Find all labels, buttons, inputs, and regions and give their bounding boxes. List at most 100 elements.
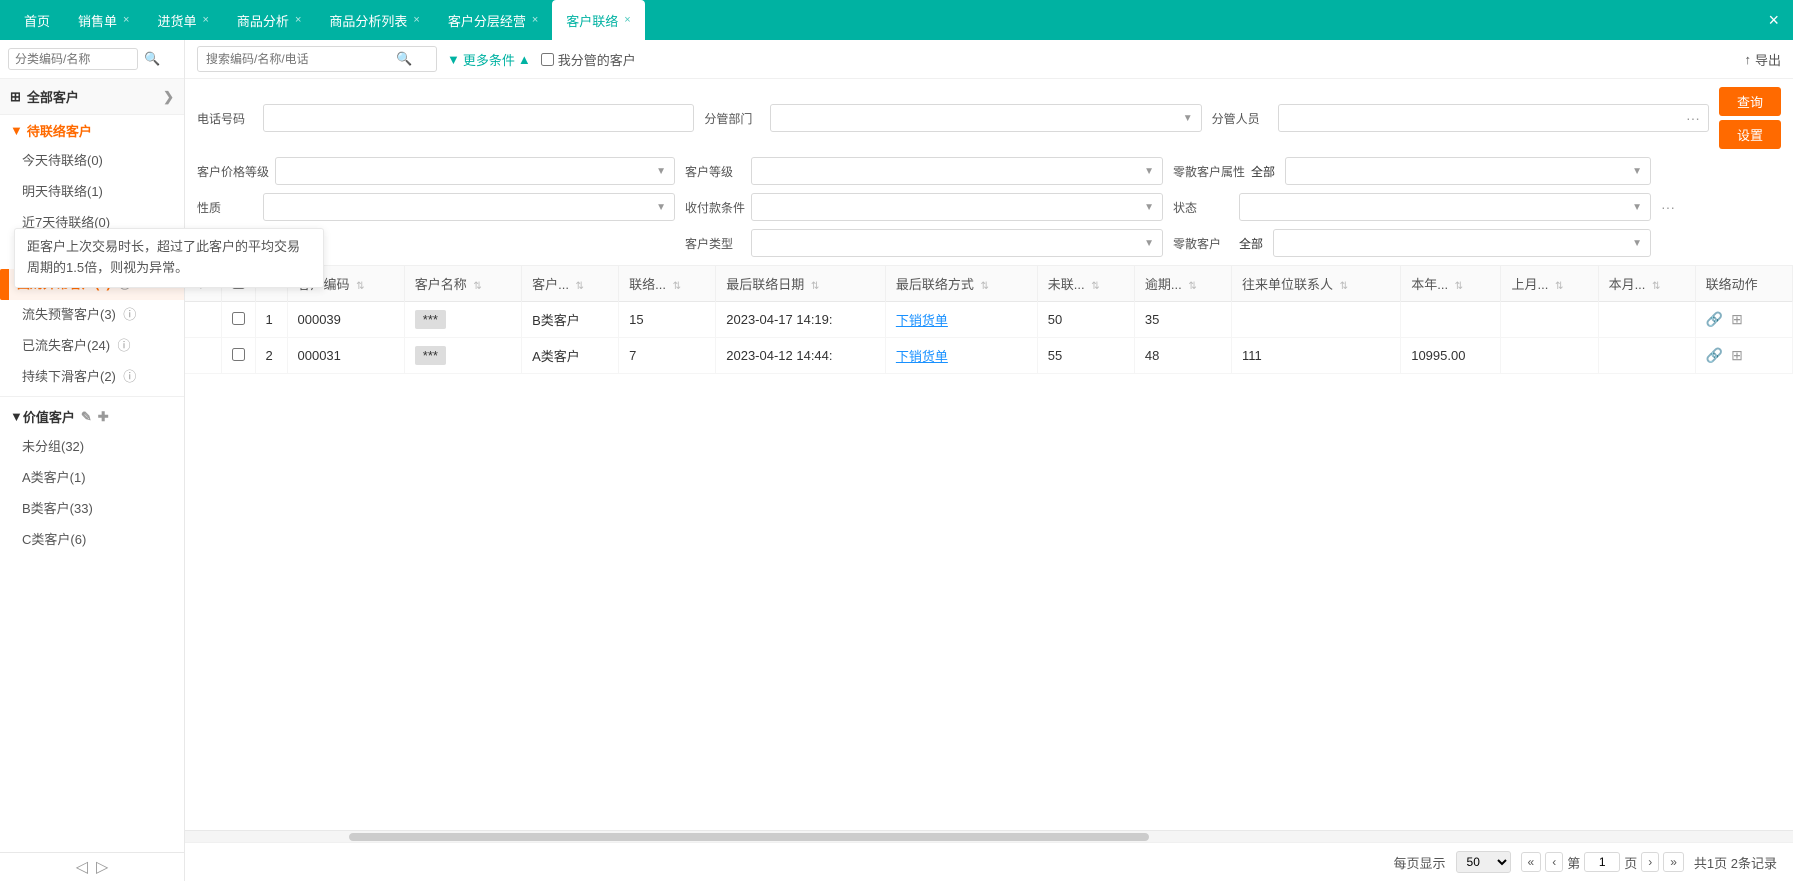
filter-price-grade-select[interactable]: ▼ — [275, 157, 675, 185]
close-all-tabs-button[interactable]: × — [1768, 10, 1779, 31]
grid-action-icon-0[interactable]: ⊞ — [1731, 311, 1743, 328]
filter-bar: 🔍 ▼ 更多条件 ▲ 我分管的客户 ↑ 导出 — [185, 40, 1793, 79]
sidebar-item-class-b[interactable]: B类客户(33) — [0, 494, 184, 525]
export-button[interactable]: ↑ 导出 — [1744, 50, 1781, 69]
sidebar-search-input[interactable] — [8, 48, 138, 70]
filter-manager-select[interactable]: ··· — [1278, 104, 1709, 132]
settings-button[interactable]: 设置 — [1719, 120, 1781, 149]
nav-product-analysis-list[interactable]: 商品分析列表 × — [315, 0, 433, 40]
filter-retail-customer-field: 零散客户 全部 ▼ — [1173, 229, 1651, 257]
th-uncontacted[interactable]: 未联... ⇅ — [1037, 266, 1134, 302]
next-page-button[interactable]: › — [1641, 852, 1659, 872]
th-last-month[interactable]: 上月... ⇅ — [1501, 266, 1598, 302]
th-past-unit-contact[interactable]: 往来单位联系人 ⇅ — [1231, 266, 1400, 302]
filter-retail-customer-select[interactable]: ▼ — [1273, 229, 1651, 257]
sidebar-item-churned[interactable]: 已流失客户(24) ⓘ — [0, 331, 184, 362]
filter-nature-select[interactable]: ▼ — [263, 193, 675, 221]
contact-method-link-0[interactable]: 下销货单 — [896, 313, 948, 328]
row-checkbox-0[interactable] — [232, 312, 245, 325]
sidebar-group-value-customers[interactable]: ▼ 价值客户 ✎ ✚ — [0, 401, 184, 432]
cell-lastmonth-1 — [1501, 338, 1598, 374]
more-filters-button[interactable]: ▼ 更多条件 ▲ — [447, 50, 531, 69]
edit-icon[interactable]: ✎ — [81, 409, 92, 425]
nav-home[interactable]: 首页 — [10, 0, 64, 40]
prev-page-button[interactable]: ‹ — [1545, 852, 1563, 872]
horizontal-scrollbar[interactable] — [185, 830, 1793, 842]
filter-search-icon[interactable]: 🔍 — [396, 51, 412, 67]
filter-phone-input[interactable] — [263, 104, 694, 132]
filter-search-input[interactable] — [206, 52, 396, 66]
table-row: 2 000031 *** A类客户 7 2023-04-12 14:44: 下销… — [185, 338, 1793, 374]
sidebar-item-class-c[interactable]: C类客户(6) — [0, 525, 184, 556]
th-last-contact-method[interactable]: 最后联络方式 ⇅ — [885, 266, 1037, 302]
th-customer-name[interactable]: 客户名称 ⇅ — [404, 266, 521, 302]
filter-retail-attr-select[interactable]: ▼ — [1285, 157, 1651, 185]
page-number-input[interactable] — [1584, 852, 1620, 872]
nav-sales-order[interactable]: 销售单 × — [64, 0, 143, 40]
contact-method-link-1[interactable]: 下销货单 — [896, 349, 948, 364]
cell-settings-0 — [185, 302, 221, 338]
filter-payment-select[interactable]: ▼ — [751, 193, 1163, 221]
th-contact-count[interactable]: 联络... ⇅ — [619, 266, 716, 302]
sidebar-search-icon[interactable]: 🔍 — [144, 51, 160, 67]
page-label: 第 — [1567, 853, 1580, 872]
filter-customer-type-select[interactable]: ▼ — [751, 229, 1163, 257]
scroll-thumb[interactable] — [349, 833, 1149, 841]
sidebar-collapse-btn[interactable]: ◁ — [76, 857, 88, 877]
cell-index-0: 1 — [255, 302, 287, 338]
my-customers-checkbox[interactable] — [541, 53, 554, 66]
sidebar-item-churn-warning[interactable]: 流失预警客户(3) ⓘ — [0, 300, 184, 331]
per-page-select[interactable]: 50 100 200 — [1456, 851, 1511, 873]
query-button[interactable]: 查询 — [1719, 87, 1781, 116]
first-page-button[interactable]: « — [1521, 852, 1542, 872]
th-last-contact-date[interactable]: 最后联络日期 ⇅ — [716, 266, 886, 302]
nav-customer-segmentation[interactable]: 客户分层经营 × — [434, 0, 552, 40]
link-action-icon-0[interactable]: 🔗 — [1706, 311, 1723, 328]
filter-department-select[interactable]: ▼ — [770, 104, 1201, 132]
row-checkbox-1[interactable] — [232, 348, 245, 361]
sidebar-item-tomorrow-pending[interactable]: 明天待联络(1) — [0, 177, 184, 208]
close-product-analysis-icon[interactable]: × — [295, 14, 301, 26]
cell-checkbox-1[interactable] — [221, 338, 255, 374]
nav-purchase-order[interactable]: 进货单 × — [143, 0, 222, 40]
sidebar-expand-btn[interactable]: ▷ — [96, 857, 108, 877]
sidebar-section-pending-contact[interactable]: ▼ 待联络客户 — [0, 115, 184, 146]
my-customers-checkbox-container: 我分管的客户 — [541, 50, 636, 69]
chevron-down-retail-icon: ▼ — [1632, 166, 1642, 177]
sidebar-item-unclassified[interactable]: 未分组(32) — [0, 432, 184, 463]
filter-customer-grade-select[interactable]: ▼ — [751, 157, 1163, 185]
close-product-analysis-list-icon[interactable]: × — [413, 14, 419, 26]
cell-checkbox-0[interactable] — [221, 302, 255, 338]
sidebar-item-declining[interactable]: 持续下滑客户(2) ⓘ — [0, 362, 184, 393]
collapse-icon[interactable]: ❯ — [163, 89, 174, 105]
nav-product-analysis[interactable]: 商品分析 × — [223, 0, 315, 40]
th-customer-type[interactable]: 客户... ⇅ — [522, 266, 619, 302]
chevron-down-nature-icon: ▼ — [656, 202, 666, 213]
row3-more-icon[interactable]: ··· — [1661, 199, 1675, 215]
filter-icon: ▼ — [447, 52, 460, 67]
add-icon[interactable]: ✚ — [98, 409, 109, 425]
sidebar-all-customers[interactable]: ⊞ 全部客户 ❯ — [0, 79, 184, 115]
th-overdue[interactable]: 逾期... ⇅ — [1134, 266, 1231, 302]
th-this-month[interactable]: 本月... ⇅ — [1598, 266, 1695, 302]
cell-overdue-1: 48 — [1134, 338, 1231, 374]
cell-method-1[interactable]: 下销货单 — [885, 338, 1037, 374]
close-purchase-order-icon[interactable]: × — [202, 14, 208, 26]
cell-method-0[interactable]: 下销货单 — [885, 302, 1037, 338]
nav-customer-contact[interactable]: 客户联络 × — [552, 0, 644, 40]
link-action-icon-1[interactable]: 🔗 — [1706, 347, 1723, 364]
close-sales-order-icon[interactable]: × — [123, 14, 129, 26]
chevron-down-icon: ▼ — [1183, 113, 1193, 124]
close-customer-contact-icon[interactable]: × — [624, 14, 630, 26]
filter-status-select[interactable]: ▼ — [1239, 193, 1651, 221]
more-options-icon[interactable]: ··· — [1686, 110, 1700, 126]
sidebar-item-class-a[interactable]: A类客户(1) — [0, 463, 184, 494]
grid-action-icon-1[interactable]: ⊞ — [1731, 347, 1743, 364]
cell-index-1: 2 — [255, 338, 287, 374]
sidebar-item-today-pending[interactable]: 今天待联络(0) — [0, 146, 184, 177]
expand-icon: ▼ — [10, 123, 23, 138]
th-this-year[interactable]: 本年... ⇅ — [1401, 266, 1501, 302]
last-page-button[interactable]: » — [1663, 852, 1684, 872]
filter-status-field: 状态 ▼ — [1173, 193, 1651, 221]
close-customer-segmentation-icon[interactable]: × — [532, 14, 538, 26]
